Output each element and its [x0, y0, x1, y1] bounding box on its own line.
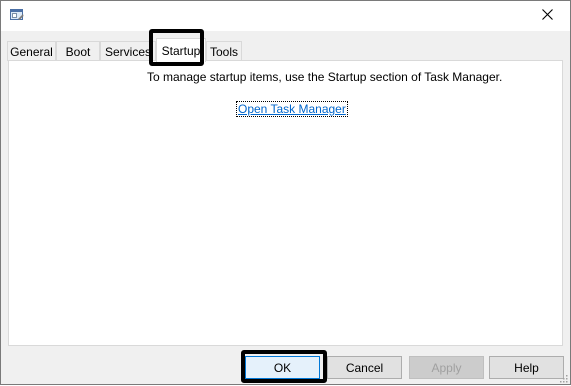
cancel-label: Cancel [345, 360, 384, 375]
tab-label: Boot [65, 44, 91, 59]
tab-general[interactable]: General [7, 41, 56, 61]
apply-label: Apply [431, 360, 462, 375]
help-button[interactable]: Help [489, 356, 564, 379]
tab-strip: General Boot Services Startup Tools [7, 38, 564, 62]
tab-services[interactable]: Services [100, 41, 156, 61]
tab-label: Services [104, 44, 151, 59]
tab-startup[interactable]: Startup [156, 38, 206, 62]
startup-message: To manage startup items, use the Startup… [147, 70, 503, 84]
resize-grip-icon[interactable] [558, 372, 568, 383]
tab-label: Startup [161, 43, 201, 58]
tab-label: General [10, 44, 53, 59]
open-task-manager-link[interactable]: Open Task Manager [236, 101, 348, 117]
system-configuration-icon [10, 8, 24, 22]
ok-button[interactable]: OK [245, 356, 320, 379]
help-label: Help [514, 360, 539, 375]
tab-tools[interactable]: Tools [206, 41, 242, 61]
title-bar [1, 1, 570, 31]
system-configuration-window: General Boot Services Startup Tools To m… [0, 0, 571, 385]
close-button[interactable] [524, 1, 570, 31]
ok-label: OK [273, 360, 292, 375]
tab-boot[interactable]: Boot [56, 41, 100, 61]
tab-label: Tools [209, 44, 238, 59]
startup-tab-panel: To manage startup items, use the Startup… [8, 60, 563, 346]
close-icon [541, 9, 553, 23]
cancel-button[interactable]: Cancel [327, 356, 402, 379]
apply-button[interactable]: Apply [409, 356, 484, 379]
